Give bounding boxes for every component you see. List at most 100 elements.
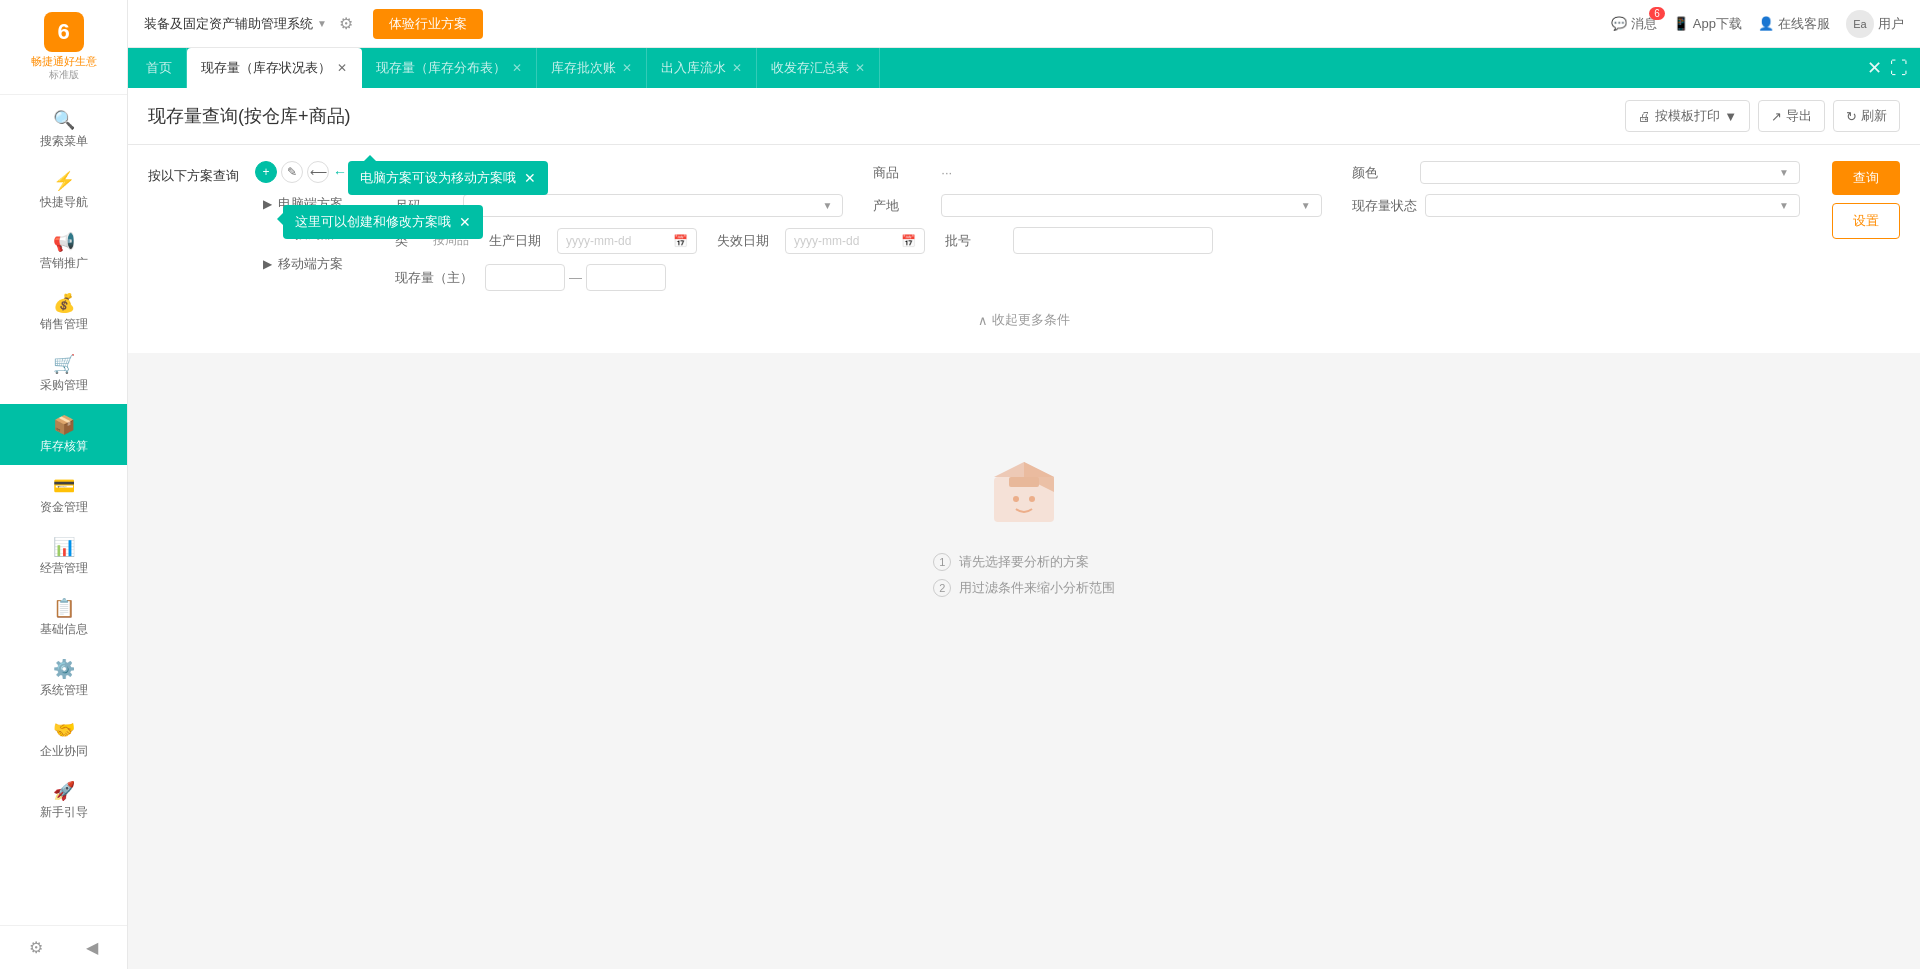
inventory-max-input[interactable] — [586, 264, 666, 291]
sidebar-item-label: 销售管理 — [40, 316, 88, 333]
collapse-row[interactable]: ∧ 收起更多条件 — [148, 303, 1900, 337]
logo-text: 畅捷通好生意 — [31, 54, 97, 68]
expire-date-value: yyyy-mm-dd — [794, 234, 859, 248]
expire-date-label: 失效日期 — [717, 232, 777, 250]
produce-date-label: 生产日期 — [489, 232, 549, 250]
origin-select[interactable]: ▼ — [941, 194, 1321, 217]
batch-no-input[interactable] — [1013, 227, 1213, 254]
refresh-icon: ↻ — [1846, 109, 1857, 124]
settings-button[interactable]: ⚙ — [25, 934, 47, 961]
sidebar-item-basic[interactable]: 📋 基础信息 — [0, 587, 127, 648]
tab-close-icon[interactable]: ✕ — [732, 61, 742, 75]
page-title: 现存量查询(按仓库+商品) — [148, 104, 351, 128]
color-label: 颜色 — [1352, 164, 1412, 182]
tab-close-icon[interactable]: ✕ — [337, 61, 347, 75]
goods-label: 商品 — [873, 164, 933, 182]
sidebar-item-label: 基础信息 — [40, 621, 88, 638]
size-select[interactable]: ▼ — [463, 194, 843, 217]
tabs-actions: ✕ ⛶ — [1867, 57, 1916, 79]
tab-close-icon[interactable]: ✕ — [855, 61, 865, 75]
marketing-icon: 📢 — [53, 231, 75, 253]
print-button[interactable]: 🖨 按模板打印 ▼ — [1625, 100, 1750, 132]
user-button[interactable]: Ea 用户 — [1846, 10, 1904, 38]
sidebar: 6 畅捷通好生意 标准版 🔍 搜索菜单 ⚡ 快捷导航 📢 营销推广 💰 销售管理… — [0, 0, 128, 969]
sidebar-item-label: 营销推广 — [40, 255, 88, 272]
inventory-min-input[interactable] — [485, 264, 565, 291]
empty-state: 1 请先选择要分析的方案 2 用过滤条件来缩小分析范围 — [128, 357, 1920, 681]
produce-date-input[interactable]: yyyy-mm-dd 📅 — [557, 228, 697, 254]
message-button[interactable]: 💬 消息 6 — [1611, 15, 1657, 33]
edit-scheme-button[interactable]: ✎ — [281, 161, 303, 183]
tab-inventory-dist[interactable]: 现存量（库存分布表） ✕ — [362, 48, 537, 88]
tooltip-close-2[interactable]: ✕ — [459, 214, 471, 230]
sidebar-item-finance[interactable]: 💳 资金管理 — [0, 465, 127, 526]
batch-no-label: 批号 — [945, 232, 1005, 250]
tab-inout-flow-label: 出入库流水 — [661, 59, 726, 77]
online-support-button[interactable]: 👤 在线客服 — [1758, 15, 1830, 33]
empty-tip-2: 2 用过滤条件来缩小分析范围 — [933, 575, 1115, 601]
user-label: 用户 — [1878, 15, 1904, 33]
tab-batch[interactable]: 库存批次账 ✕ — [537, 48, 647, 88]
logo-icon: 6 — [44, 12, 84, 52]
phone-icon: 📱 — [1673, 16, 1689, 31]
svg-rect-3 — [1009, 477, 1039, 487]
sidebar-item-enterprise[interactable]: 🤝 企业协同 — [0, 709, 127, 770]
tab-inout-flow[interactable]: 出入库流水 ✕ — [647, 48, 757, 88]
tooltip-text-2: 这里可以创建和修改方案哦 — [295, 213, 451, 231]
empty-tips: 1 请先选择要分析的方案 2 用过滤条件来缩小分析范围 — [933, 549, 1115, 601]
sidebar-item-search[interactable]: 🔍 搜索菜单 — [0, 99, 127, 160]
expire-date-input[interactable]: yyyy-mm-dd 📅 — [785, 228, 925, 254]
scheme-item-mobile[interactable]: ▶ 移动端方案 — [255, 251, 363, 277]
avatar: Ea — [1846, 10, 1874, 38]
field-batch-no: 批号 — [945, 227, 1213, 254]
fullscreen-button[interactable]: ⛶ — [1890, 57, 1908, 79]
app-download-label: App下载 — [1693, 15, 1742, 33]
header-right: 💬 消息 6 📱 App下载 👤 在线客服 Ea 用户 — [1611, 10, 1904, 38]
inventory-icon: 📦 — [53, 414, 75, 436]
sidebar-item-marketing[interactable]: 📢 营销推广 — [0, 221, 127, 282]
sidebar-item-quick[interactable]: ⚡ 快捷导航 — [0, 160, 127, 221]
sidebar-item-label: 库存核算 — [40, 438, 88, 455]
tooltip-close-1[interactable]: ✕ — [524, 170, 536, 186]
back-scheme-button[interactable]: ⟵ — [307, 161, 329, 183]
color-select[interactable]: ▼ — [1420, 161, 1800, 184]
sidebar-logo[interactable]: 6 畅捷通好生意 标准版 — [0, 0, 127, 95]
goods-ellipsis-icon[interactable]: ··· — [941, 165, 952, 180]
close-all-tabs-button[interactable]: ✕ — [1867, 57, 1882, 79]
sidebar-item-sales[interactable]: 💰 销售管理 — [0, 282, 127, 343]
sidebar-item-label: 搜索菜单 — [40, 133, 88, 150]
inventory-qty-label: 现存量（主） — [395, 269, 473, 287]
sidebar-item-label: 新手引导 — [40, 804, 88, 821]
empty-tip-1: 1 请先选择要分析的方案 — [933, 549, 1115, 575]
sidebar-item-system[interactable]: ⚙️ 系统管理 — [0, 648, 127, 709]
search-button[interactable]: 查询 — [1832, 161, 1900, 195]
tab-receive-summary[interactable]: 收发存汇总表 ✕ — [757, 48, 880, 88]
enterprise-icon: 🤝 — [53, 719, 75, 741]
export-button[interactable]: ↗ 导出 — [1758, 100, 1825, 132]
finance-icon: 💳 — [53, 475, 75, 497]
origin-dropdown-icon: ▼ — [1301, 200, 1311, 211]
svg-point-5 — [1029, 496, 1035, 502]
sidebar-item-purchase[interactable]: 🛒 采购管理 — [0, 343, 127, 404]
tab-inventory-status[interactable]: 现存量（库存状况表） ✕ — [187, 48, 362, 88]
header-settings-icon[interactable]: ⚙ — [339, 14, 353, 33]
sidebar-item-operation[interactable]: 📊 经营管理 — [0, 526, 127, 587]
set-button[interactable]: 设置 — [1832, 203, 1900, 239]
collapse-label: 收起更多条件 — [992, 311, 1070, 329]
app-download-button[interactable]: 📱 App下载 — [1673, 15, 1742, 33]
sidebar-item-guide[interactable]: 🚀 新手引导 — [0, 770, 127, 831]
quick-icon: ⚡ — [53, 170, 75, 192]
add-scheme-button[interactable]: + — [255, 161, 277, 183]
tab-close-icon[interactable]: ✕ — [512, 61, 522, 75]
collapse-sidebar-button[interactable]: ◀ — [82, 934, 102, 961]
sidebar-item-label: 企业协同 — [40, 743, 88, 760]
dropdown-arrow-icon: ▼ — [317, 18, 327, 29]
tab-close-icon[interactable]: ✕ — [622, 61, 632, 75]
refresh-button[interactable]: ↻ 刷新 — [1833, 100, 1900, 132]
scheme-arrow-icon: ← — [333, 164, 347, 180]
tab-home[interactable]: 首页 — [132, 48, 187, 88]
stock-status-select[interactable]: ▼ — [1425, 194, 1800, 217]
sidebar-item-inventory[interactable]: 📦 库存核算 — [0, 404, 127, 465]
trial-button[interactable]: 体验行业方案 — [373, 9, 483, 39]
scheme-mobile-label: 移动端方案 — [278, 255, 343, 273]
